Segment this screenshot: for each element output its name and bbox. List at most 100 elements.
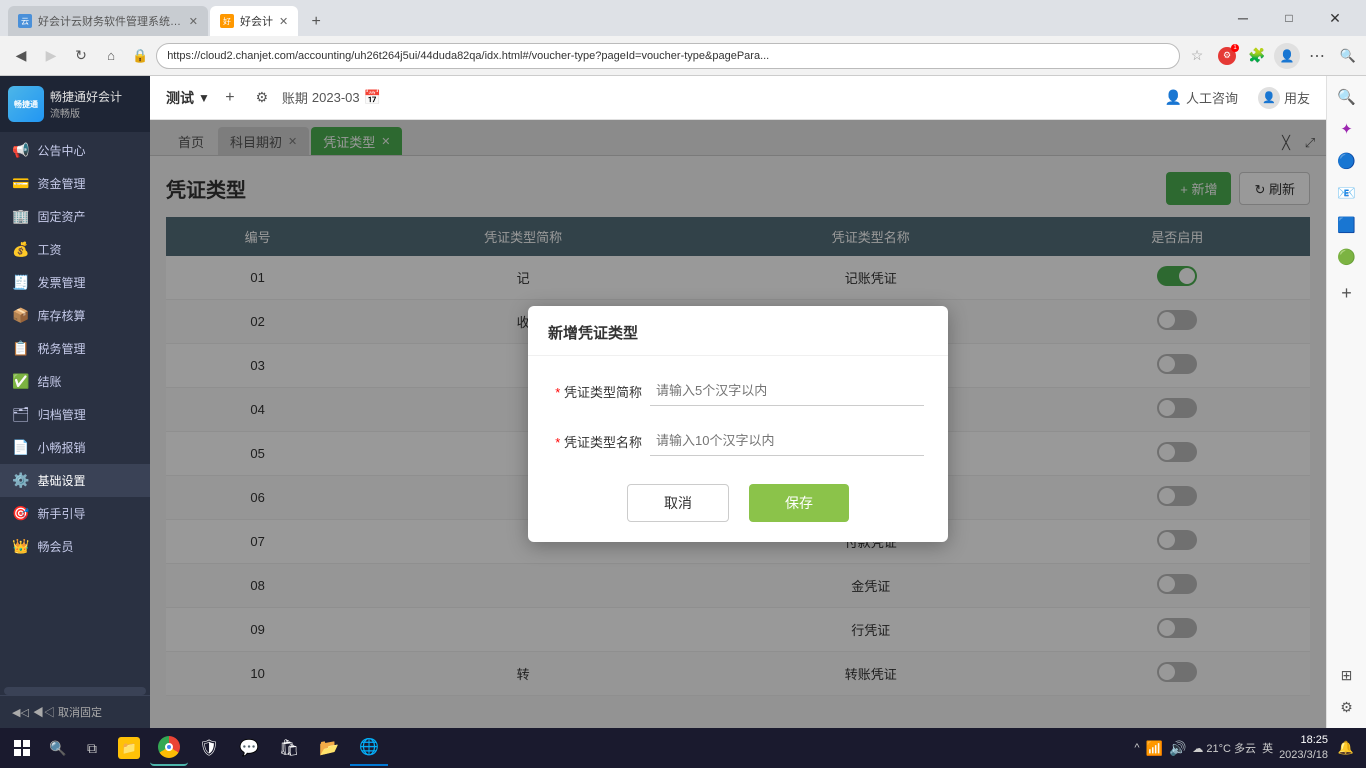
taskbar-store[interactable]: 🛍 bbox=[270, 730, 308, 766]
user-btn[interactable]: 👤 用友 bbox=[1258, 87, 1310, 109]
name-label: * 凭证类型名称 bbox=[552, 432, 642, 451]
cancel-pin[interactable]: ◀◁ ◀◁ 取消固定 bbox=[0, 695, 150, 728]
sidebar-item-salary[interactable]: 💰 工资 bbox=[0, 233, 150, 266]
nav-forward[interactable]: ▶ bbox=[38, 43, 64, 69]
settings-gear-btn[interactable]: ⚙ bbox=[250, 86, 274, 110]
sidebar-item-settlement[interactable]: ✅ 结账 bbox=[0, 365, 150, 398]
nav-home[interactable]: ⌂ bbox=[98, 43, 124, 69]
company-selector[interactable]: 测试 ▼ bbox=[166, 88, 210, 108]
tab2-close[interactable]: ✕ bbox=[279, 15, 288, 28]
nav-refresh[interactable]: ↻ bbox=[68, 43, 94, 69]
sidebar-label-inventory: 库存核算 bbox=[37, 307, 85, 324]
edge-grid-icon[interactable]: ⊞ bbox=[1332, 660, 1362, 690]
logo-text-area: 测试 畅捷通好会计 流畅版 bbox=[50, 88, 122, 120]
sidebar-item-invoice[interactable]: 🧾 发票管理 bbox=[0, 266, 150, 299]
sidebar: 畅捷通 测试 畅捷通好会计 流畅版 📢 公告中心 💳 资金管理 🏢 固定资产 💰 bbox=[0, 76, 150, 728]
tax-icon: 📋 bbox=[12, 340, 29, 357]
taskbar-windows-security[interactable]: 🛡 bbox=[190, 730, 228, 766]
sidebar-label-invoice: 发票管理 bbox=[37, 274, 85, 291]
taskbar-search-btn[interactable]: 🔍 bbox=[42, 732, 74, 764]
sidebar-item-announcement[interactable]: 📢 公告中心 bbox=[0, 134, 150, 167]
taskbar-volume[interactable]: 🔊 bbox=[1169, 740, 1186, 757]
inventory-icon: 📦 bbox=[12, 307, 29, 324]
win-minimize[interactable]: ─ bbox=[1220, 0, 1266, 36]
sidebar-item-inventory[interactable]: 📦 库存核算 bbox=[0, 299, 150, 332]
edge-star-icon[interactable]: ✦ bbox=[1332, 114, 1362, 144]
add-company-btn[interactable]: + bbox=[218, 86, 242, 110]
taskbar-weather: ☁ 21°C 多云 bbox=[1192, 740, 1256, 756]
edge-outlook-icon[interactable]: 📧 bbox=[1332, 178, 1362, 208]
edge-circle-icon[interactable]: 🔵 bbox=[1332, 146, 1362, 176]
sidebar-item-guide[interactable]: 🎯 新手引导 bbox=[0, 497, 150, 530]
taskbar-multitask[interactable]: ⧉ bbox=[76, 732, 108, 764]
short-input[interactable] bbox=[650, 376, 924, 406]
cancel-pin-label: ◀◁ 取消固定 bbox=[33, 704, 102, 720]
tab-inactive[interactable]: 云 好会计云财务软件管理系统_会计 ✕ bbox=[8, 6, 208, 36]
taskbar-chevron[interactable]: ^ bbox=[1134, 742, 1139, 754]
sidebar-item-tax[interactable]: 📋 税务管理 bbox=[0, 332, 150, 365]
taskbar-language[interactable]: 英 bbox=[1262, 740, 1273, 756]
consult-btn[interactable]: 👤 人工咨询 bbox=[1165, 88, 1238, 107]
browser-chrome: 云 好会计云财务软件管理系统_会计 ✕ 好 好会计 ✕ + ─ □ ✕ ◀ ▶ … bbox=[0, 0, 1366, 76]
company-name: 测试 bbox=[166, 88, 194, 108]
taskbar: 🔍 ⧉ 📁 🛡 💬 🛍 📂 🌐 ^ 📶 🔊 ☁ 21°C 多云 英 18:25 … bbox=[0, 728, 1366, 768]
sidebar-item-member[interactable]: 👑 畅会员 bbox=[0, 530, 150, 563]
browser-extension1[interactable]: ⚙ 1 bbox=[1214, 43, 1240, 69]
taskbar-chrome[interactable] bbox=[150, 730, 188, 766]
browser-menu[interactable]: ⋯ bbox=[1304, 43, 1330, 69]
logo-name: 畅捷通好会计 bbox=[50, 88, 122, 105]
app-header: 测试 ▼ + ⚙ 账期 2023-03 📅 👤 人工咨询 👤 用友 bbox=[150, 76, 1326, 120]
browser-star[interactable]: ☆ bbox=[1184, 43, 1210, 69]
name-input[interactable] bbox=[650, 426, 924, 456]
taskbar-explorer2[interactable]: 📂 bbox=[310, 730, 348, 766]
sidebar-label-report: 小畅报销 bbox=[37, 439, 85, 456]
edge-app-icon[interactable]: 🟢 bbox=[1332, 242, 1362, 272]
edge-search-icon[interactable]: 🔍 bbox=[1332, 82, 1362, 112]
user-avatar-icon: 👤 bbox=[1258, 87, 1280, 109]
invoice-icon: 🧾 bbox=[12, 274, 29, 291]
address-bar: ◀ ▶ ↻ ⌂ 🔒 ☆ ⚙ 1 🧩 👤 ⋯ 🔍 bbox=[0, 36, 1366, 76]
taskbar-explorer[interactable]: 📁 bbox=[110, 730, 148, 766]
weather-icon: ☁ bbox=[1192, 742, 1203, 755]
browser-profile[interactable]: 👤 bbox=[1274, 43, 1300, 69]
sidebar-item-fund[interactable]: 💳 资金管理 bbox=[0, 167, 150, 200]
tab2-favicon: 好 bbox=[220, 14, 234, 28]
taskbar-notification[interactable]: 🔔 bbox=[1334, 736, 1358, 760]
new-tab-button[interactable]: + bbox=[302, 8, 330, 36]
clock-date: 2023/3/18 bbox=[1279, 748, 1328, 763]
sidebar-item-settings[interactable]: ⚙️ 基础设置 bbox=[0, 464, 150, 497]
edge-settings-btn[interactable]: ⚙ bbox=[1332, 692, 1362, 722]
dialog-footer: 取消 保存 bbox=[528, 484, 948, 522]
dialog-header: 新增凭证类型 bbox=[528, 306, 948, 356]
announcement-icon: 📢 bbox=[12, 142, 29, 159]
period-calendar-icon[interactable]: 📅 bbox=[364, 89, 381, 106]
taskbar-edge[interactable]: 🌐 bbox=[350, 730, 388, 766]
taskbar-wechat[interactable]: 💬 bbox=[230, 730, 268, 766]
taskbar-clock[interactable]: 18:25 2023/3/18 bbox=[1279, 733, 1328, 764]
tab-active[interactable]: 好 好会计 ✕ bbox=[210, 6, 298, 36]
edge-add-icon[interactable]: + bbox=[1332, 278, 1362, 308]
win-maximize[interactable]: □ bbox=[1266, 0, 1312, 36]
sidebar-item-archive[interactable]: 🗂 归档管理 bbox=[0, 398, 150, 431]
taskbar-network[interactable]: 📶 bbox=[1146, 740, 1163, 757]
weather-temp: 21°C 多云 bbox=[1206, 740, 1256, 756]
sidebar-item-report[interactable]: 📄 小畅报销 bbox=[0, 431, 150, 464]
sidebar-nav: 📢 公告中心 💳 资金管理 🏢 固定资产 💰 工资 🧾 发票管理 📦 库 bbox=[0, 132, 150, 687]
sidebar-search-icon[interactable]: 🔍 bbox=[1338, 46, 1358, 66]
cancel-button[interactable]: 取消 bbox=[627, 484, 729, 522]
save-button[interactable]: 保存 bbox=[749, 484, 849, 522]
report-icon: 📄 bbox=[12, 439, 29, 456]
dialog-body: * 凭证类型简称 * 凭证类型名称 bbox=[528, 356, 948, 484]
tab1-title: 好会计云财务软件管理系统_会计 bbox=[38, 13, 183, 29]
browser-ext-puzzle[interactable]: 🧩 bbox=[1244, 43, 1270, 69]
nav-back[interactable]: ◀ bbox=[8, 43, 34, 69]
user-label: 用友 bbox=[1284, 88, 1310, 107]
tab1-close[interactable]: ✕ bbox=[189, 15, 198, 28]
sidebar-scrollbar bbox=[4, 687, 146, 695]
edge-teams-icon[interactable]: 🟦 bbox=[1332, 210, 1362, 240]
win-close[interactable]: ✕ bbox=[1312, 0, 1358, 36]
logo-badge: 流畅版 bbox=[50, 105, 122, 120]
sidebar-item-fixed-assets[interactable]: 🏢 固定资产 bbox=[0, 200, 150, 233]
start-button[interactable] bbox=[4, 730, 40, 766]
address-input[interactable] bbox=[156, 43, 1180, 69]
